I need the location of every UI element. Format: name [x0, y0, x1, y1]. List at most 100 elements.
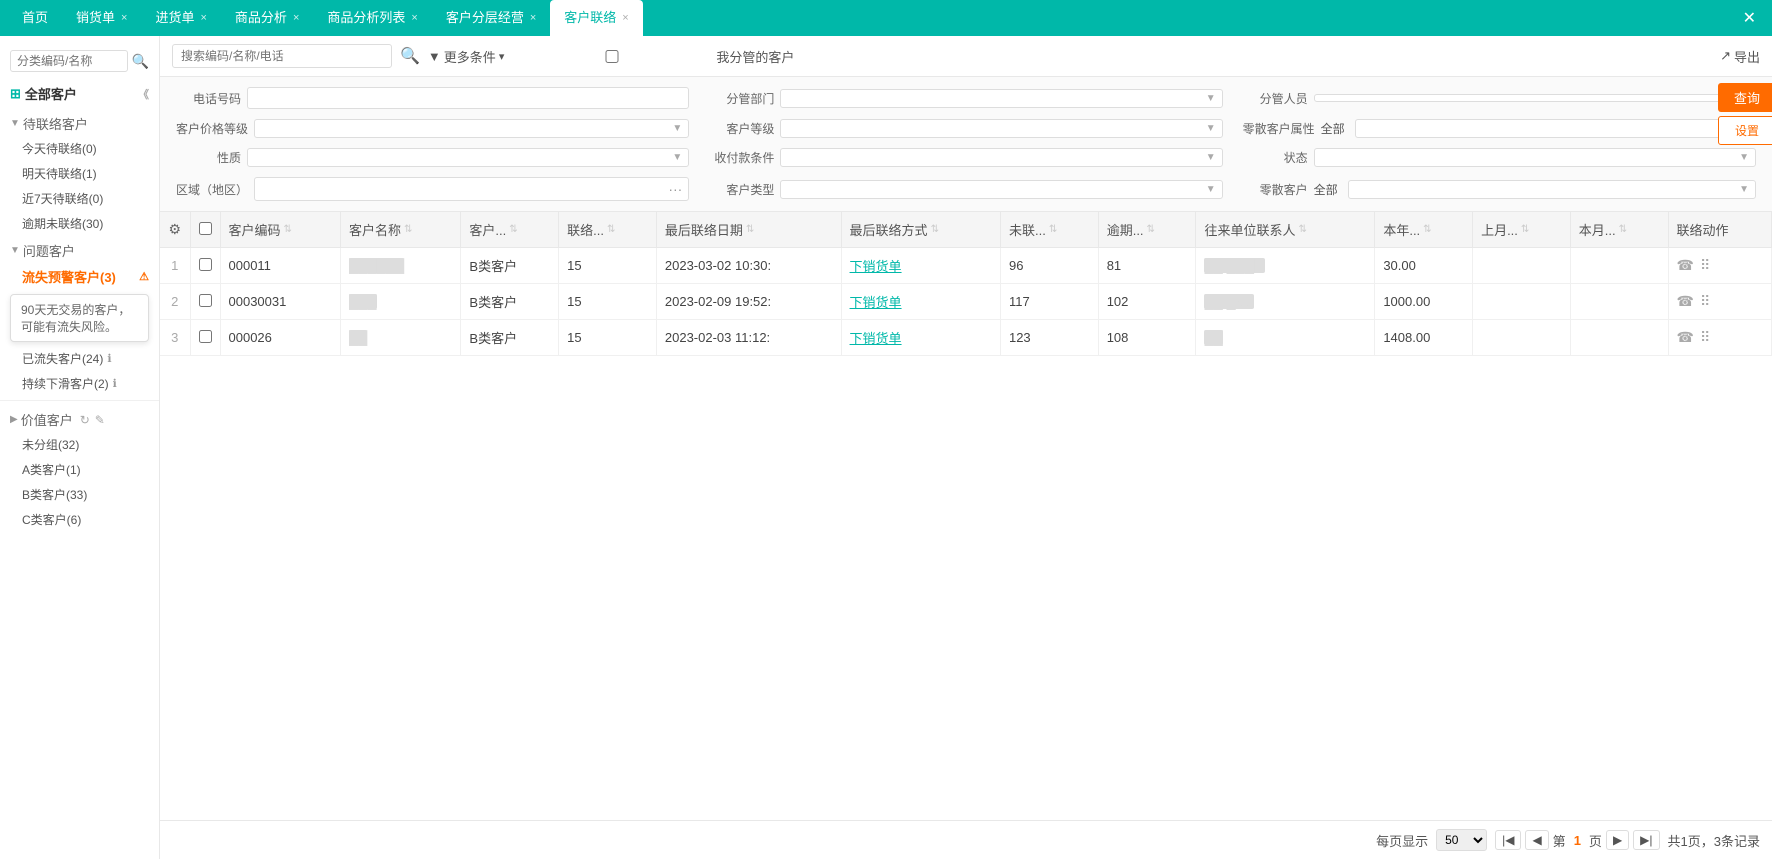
next-page-button[interactable]: ▶ [1606, 830, 1629, 850]
close-tab-analysis[interactable]: × [293, 0, 299, 36]
filter-type: 客户类型 ▼ [709, 177, 1222, 201]
tab-analysis-list[interactable]: 商品分析列表 × [313, 0, 431, 36]
first-page-button[interactable]: |◀ [1495, 830, 1521, 850]
sidebar-item-declining[interactable]: 持续下滑客户(2) ℹ [0, 371, 159, 396]
tab-home[interactable]: 首页 [8, 0, 62, 36]
table-container: ⚙ 客户编码 ⇅ 客户名称 [160, 212, 1772, 820]
tab-sales[interactable]: 销货单 × [62, 0, 141, 36]
sort-last-month[interactable]: 上月... ⇅ [1481, 220, 1562, 239]
page-label: 第 [1553, 831, 1566, 850]
row-name: ██ [340, 320, 460, 356]
sidebar-item-class-a[interactable]: A类客户(1) [0, 457, 159, 482]
tab-purchase[interactable]: 进货单 × [141, 0, 220, 36]
search-input[interactable] [172, 44, 392, 68]
price-grade-select[interactable]: ▼ [254, 119, 689, 138]
last-page-button[interactable]: ▶| [1633, 830, 1659, 850]
sort-name[interactable]: 客户名称 ⇅ [349, 220, 452, 239]
sidebar-group-problem[interactable]: ▼ 问题客户 [0, 236, 159, 263]
row-not-contact: 123 [1000, 320, 1098, 356]
contact-icon[interactable]: ☎ [1677, 257, 1694, 274]
row-checkbox-cell [190, 248, 220, 284]
sort-icon-name: ⇅ [404, 224, 412, 235]
row-checkbox[interactable] [199, 258, 212, 271]
close-tab-analysis-list[interactable]: × [411, 0, 417, 36]
filter-payment: 收付款条件 ▼ [709, 148, 1222, 167]
sidebar-item-today[interactable]: 今天待联络(0) [0, 136, 159, 161]
sidebar-item-class-c[interactable]: C类客户(6) [0, 507, 159, 532]
phone-input[interactable] [247, 87, 689, 109]
sidebar-item-unclassified[interactable]: 未分组(32) [0, 432, 159, 457]
more-conditions-toggle[interactable]: ▼ 更多条件 ▾ [428, 47, 504, 66]
contact-icon[interactable]: ☎ [1677, 293, 1694, 310]
grade-select[interactable]: ▼ [780, 119, 1222, 138]
search-button[interactable]: 🔍 [400, 46, 420, 66]
setting-button[interactable]: 设置 [1718, 116, 1772, 145]
window-close-button[interactable]: ✕ [1735, 8, 1764, 28]
sidebar-item-tomorrow[interactable]: 明天待联络(1) [0, 161, 159, 186]
close-tab-sales[interactable]: × [121, 0, 127, 36]
payment-select[interactable]: ▼ [780, 148, 1222, 167]
my-customers-checkbox[interactable]: 我分管的客户 [512, 47, 794, 66]
sort-not-contact[interactable]: 未联... ⇅ [1009, 220, 1090, 239]
status-label: 状态 [1243, 149, 1308, 166]
dept-select[interactable]: ▼ [780, 89, 1222, 108]
sidebar-item-7days[interactable]: 近7天待联络(0) [0, 186, 159, 211]
select-all-checkbox[interactable] [199, 222, 212, 235]
more-actions-icon[interactable]: ⠿ [1700, 329, 1710, 346]
sort-contact-person[interactable]: 往来单位联系人 ⇅ [1204, 220, 1366, 239]
more-actions-icon[interactable]: ⠿ [1700, 293, 1710, 310]
sidebar-group-pending[interactable]: ▼ 待联络客户 [0, 109, 159, 136]
export-button[interactable]: ↗ 导出 [1720, 47, 1760, 66]
sort-last-date[interactable]: 最后联络日期 ⇅ [665, 220, 833, 239]
prev-page-button[interactable]: ◀ [1525, 830, 1548, 850]
my-customers-check[interactable] [512, 50, 712, 63]
sort-type[interactable]: 客户... ⇅ [469, 220, 550, 239]
table-settings-icon[interactable]: ⚙ [168, 221, 181, 237]
edit-icon[interactable]: ✎ [95, 413, 105, 427]
sort-contact[interactable]: 联络... ⇅ [567, 220, 648, 239]
sort-this-year[interactable]: 本年... ⇅ [1383, 220, 1464, 239]
contact-way-link[interactable]: 下销货单 [850, 295, 902, 310]
row-contact-person: ██ ███... [1196, 248, 1375, 284]
contact-icon[interactable]: ☎ [1677, 329, 1694, 346]
close-tab-customer-contact[interactable]: × [622, 0, 628, 36]
query-button[interactable]: 查询 [1718, 83, 1772, 112]
sort-last-way[interactable]: 最后联络方式 ⇅ [850, 220, 992, 239]
type-select[interactable]: ▼ [780, 180, 1222, 199]
sidebar-item-churned[interactable]: 已流失客户(24) ℹ [0, 346, 159, 371]
tab-customer-contact[interactable]: 客户联络 × [550, 0, 642, 36]
gender-select[interactable]: ▼ [247, 148, 689, 167]
status-select[interactable]: ▼ [1314, 148, 1756, 167]
staff-select[interactable] [1314, 94, 1734, 102]
page-size-select[interactable]: 50 100 200 [1436, 829, 1487, 851]
zero-customer-select[interactable]: ▼ [1348, 180, 1756, 199]
close-tab-purchase[interactable]: × [200, 0, 206, 36]
close-tab-customer-tier[interactable]: × [530, 0, 536, 36]
sort-overdue[interactable]: 逾期... ⇅ [1107, 220, 1188, 239]
tab-analysis[interactable]: 商品分析 × [221, 0, 313, 36]
sidebar-group-value[interactable]: ▶ 价值客户 ↻ ✎ [0, 405, 159, 432]
sidebar-search-input[interactable] [10, 50, 128, 72]
more-actions-icon[interactable]: ⠿ [1700, 257, 1710, 274]
row-checkbox[interactable] [199, 294, 212, 307]
region-select[interactable]: ··· [254, 177, 689, 201]
sort-icon-last-way: ⇅ [931, 224, 939, 235]
sort-code[interactable]: 客户编码 ⇅ [229, 220, 332, 239]
zero-attr-select[interactable]: ▼ [1355, 119, 1756, 138]
tab-customer-tier[interactable]: 客户分层经营 × [432, 0, 550, 36]
contact-way-link[interactable]: 下销货单 [850, 259, 902, 274]
sidebar-item-overdue[interactable]: 逾期未联络(30) [0, 211, 159, 236]
sort-this-month[interactable]: 本月... ⇅ [1579, 220, 1660, 239]
row-type: B类客户 [461, 320, 559, 356]
export-icon: ↗ [1720, 48, 1731, 64]
sidebar-root-label[interactable]: ⊞ 全部客户 《 [0, 78, 159, 109]
row-index: 1 [160, 248, 190, 284]
refresh-icon[interactable]: ↻ [80, 413, 90, 427]
contact-way-link[interactable]: 下销货单 [850, 331, 902, 346]
region-more-icon[interactable]: ··· [668, 181, 682, 197]
sidebar-item-churn-warning[interactable]: 流失预警客户(3) ⚠ [0, 263, 159, 290]
status-arrow-icon: ▼ [1739, 152, 1749, 163]
sidebar-item-class-b[interactable]: B类客户(33) [0, 482, 159, 507]
sidebar-collapse-icon[interactable]: 《 [138, 86, 149, 102]
row-checkbox[interactable] [199, 330, 212, 343]
